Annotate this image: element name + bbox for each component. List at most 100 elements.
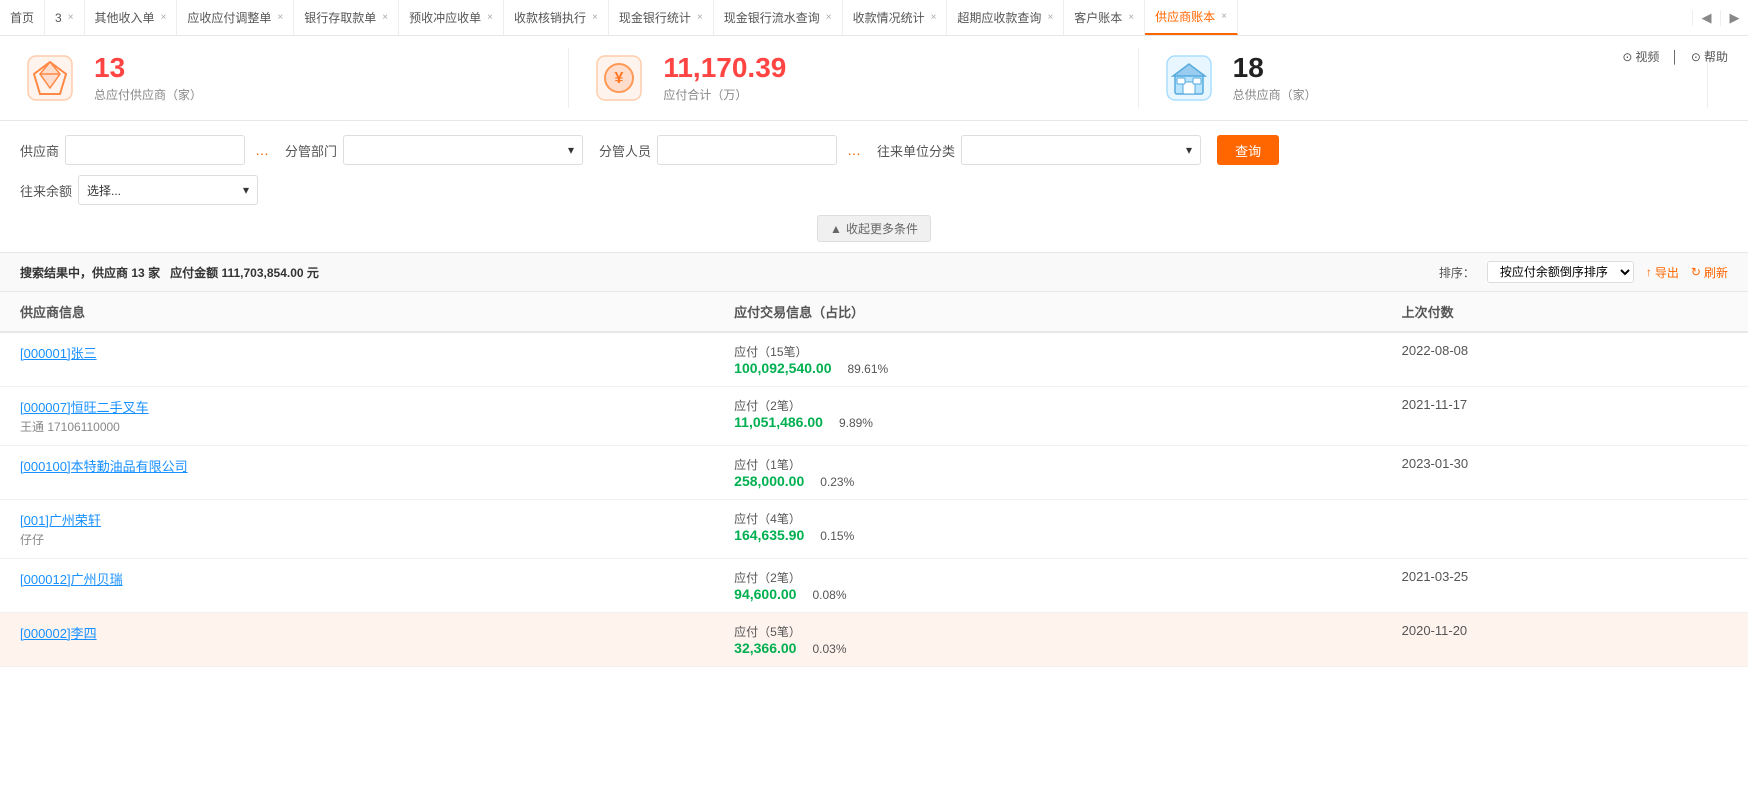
table-row: [000002]李四 应付（5笔）32,366.000.03%2020-11-20 — [0, 613, 1748, 667]
tx-amount: 258,000.000.23% — [734, 473, 1361, 489]
nav-home[interactable]: 首页 — [0, 0, 45, 35]
person-input[interactable] — [657, 135, 837, 165]
tx-amount: 94,600.000.08% — [734, 586, 1361, 602]
chevron-down-icon3: ▾ — [243, 183, 249, 197]
nav-other-income[interactable]: 其他收入单 × — [85, 0, 178, 35]
stat-number-2: 11,170.39 — [663, 54, 786, 82]
help-icon: ⊙ — [1691, 50, 1701, 64]
close-icon[interactable]: × — [277, 12, 283, 23]
tx-percent: 0.03% — [812, 642, 846, 656]
transaction-cell: 应付（5笔）32,366.000.03% — [714, 613, 1381, 667]
separator: │ — [1671, 48, 1679, 65]
refresh-button[interactable]: ↻ 刷新 — [1691, 264, 1728, 281]
supplier-link[interactable]: [000007]恒旺二手叉车 — [20, 400, 149, 415]
nav-customer-book[interactable]: 客户账本 × — [1064, 0, 1145, 35]
table-row: [000001]张三应付（15笔）100,092,540.0089.61%202… — [0, 332, 1748, 387]
nav-prepay-ar[interactable]: 预收冲应收单 × — [399, 0, 504, 35]
export-button[interactable]: ↑ 导出 — [1646, 264, 1679, 281]
nav-ar-ap-adjust[interactable]: 应收应付调整单 × — [177, 0, 294, 35]
tx-label: 应付（4笔） — [734, 510, 1361, 527]
result-info: 搜索结果中，供应商 13 家 应付金额 111,703,854.00 元 — [20, 264, 319, 281]
close-icon[interactable]: × — [161, 12, 167, 23]
supplier-cell: [000012]广州贝瑞 — [0, 559, 714, 613]
prev-icon: ◀ — [1702, 10, 1712, 26]
supplier-sub: 王通 17106110000 — [20, 418, 694, 435]
supplier-link[interactable]: [000001]张三 — [20, 346, 97, 361]
table-row: [000007]恒旺二手叉车王通 17106110000应付（2笔）11,051… — [0, 387, 1748, 446]
stat-info-1: 13 总应付供应商（家） — [94, 54, 202, 103]
dept-select[interactable]: ▾ — [343, 135, 583, 165]
nav-supplier-book[interactable]: 供应商账本 × — [1145, 0, 1238, 35]
last-pay-cell: 2020-11-20 — [1382, 613, 1748, 667]
tx-amount: 164,635.900.15% — [734, 527, 1361, 543]
query-button[interactable]: 查询 — [1217, 135, 1279, 165]
supplier-link[interactable]: [001]广州荣轩 — [20, 513, 101, 528]
scroll-area[interactable]: 供应商信息 应付交易信息（占比） 上次付数 [000001]张三应付（15笔）1… — [0, 292, 1748, 800]
close-icon[interactable]: × — [487, 12, 493, 23]
filter-balance: 往来余额 选择... ▾ — [20, 175, 258, 205]
nav-overdue-ar[interactable]: 超期应收款查询 × — [947, 0, 1064, 35]
header-actions: ⊙ 视频 │ ⊙ 帮助 — [1622, 48, 1728, 65]
col-supplier-info: 供应商信息 — [0, 292, 714, 332]
close-icon[interactable]: × — [382, 12, 388, 23]
dept-label: 分管部门 — [285, 141, 337, 160]
sort-select[interactable]: 按应付余额倒序排序 — [1487, 261, 1634, 283]
balance-select[interactable]: 选择... ▾ — [78, 175, 258, 205]
supplier-input[interactable] — [65, 135, 245, 165]
nav-cash-bank-flow-label: 现金银行流水查询 — [724, 9, 820, 26]
transaction-cell: 应付（4笔）164,635.900.15% — [714, 500, 1381, 559]
nav-tab3[interactable]: 3 × — [45, 0, 85, 35]
tx-label: 应付（2笔） — [734, 569, 1361, 586]
supplier-link[interactable]: [000100]本特勤油品有限公司 — [20, 459, 188, 474]
close-icon[interactable]: × — [826, 12, 832, 23]
close-icon[interactable]: × — [592, 12, 598, 23]
person-dots[interactable]: … — [847, 142, 861, 158]
supplier-link[interactable]: [000002]李四 — [20, 626, 97, 641]
tx-amount-value: 100,092,540.00 — [734, 360, 831, 376]
table-row: [000100]本特勤油品有限公司应付（1笔）258,000.000.23%20… — [0, 446, 1748, 500]
diamond-icon — [20, 48, 80, 108]
supplier-dots[interactable]: … — [255, 142, 269, 158]
supplier-cell: [001]广州荣轩仔仔 — [0, 500, 714, 559]
filter-row-1: 供应商 … 分管部门 ▾ 分管人员 … 往来单位分类 ▾ 查询 — [20, 135, 1728, 165]
tx-percent: 89.61% — [848, 362, 889, 376]
close-icon[interactable]: × — [931, 12, 937, 23]
category-select[interactable]: ▾ — [961, 135, 1201, 165]
nav-bank-deposit[interactable]: 银行存取款单 × — [294, 0, 399, 35]
help-button[interactable]: ⊙ 帮助 — [1691, 48, 1728, 65]
last-pay-cell: 2021-03-25 — [1382, 559, 1748, 613]
collapse-button[interactable]: ▲ 收起更多条件 — [817, 215, 931, 242]
close-icon[interactable]: × — [1047, 12, 1053, 23]
nav-receive-verify[interactable]: 收款核销执行 × — [504, 0, 609, 35]
tx-amount-value: 94,600.00 — [734, 586, 796, 602]
supplier-link[interactable]: [000012]广州贝瑞 — [20, 572, 123, 587]
filter-row-2: 往来余额 选择... ▾ — [20, 175, 1728, 205]
nav-prev-button[interactable]: ◀ — [1692, 10, 1720, 26]
nav-collection-stat[interactable]: 收款情况统计 × — [843, 0, 948, 35]
close-icon[interactable]: × — [697, 12, 703, 23]
transaction-cell: 应付（15笔）100,092,540.00 89.61% — [714, 332, 1381, 387]
close-icon[interactable]: × — [1128, 12, 1134, 23]
balance-label: 往来余额 — [20, 181, 72, 200]
table-header: 供应商信息 应付交易信息（占比） 上次付数 — [0, 292, 1748, 332]
nav-cash-bank-stat-label: 现金银行统计 — [619, 9, 691, 26]
next-icon: ▶ — [1730, 10, 1740, 26]
close-icon[interactable]: × — [1221, 11, 1227, 22]
transaction-cell: 应付（1笔）258,000.000.23% — [714, 446, 1381, 500]
nav-bar: 首页 3 × 其他收入单 × 应收应付调整单 × 银行存取款单 × 预收冲应收单… — [0, 0, 1748, 36]
nav-next-button[interactable]: ▶ — [1720, 10, 1748, 26]
export-label: 导出 — [1655, 264, 1679, 281]
nav-cash-bank-stat[interactable]: 现金银行统计 × — [609, 0, 714, 35]
export-icon: ↑ — [1646, 265, 1652, 279]
balance-select-value: 选择... — [87, 182, 121, 199]
tx-label: 应付（15笔） — [734, 343, 1361, 360]
tx-label: 应付（1笔） — [734, 456, 1361, 473]
nav-bank-deposit-label: 银行存取款单 — [304, 9, 376, 26]
tx-amount: 32,366.000.03% — [734, 640, 1361, 656]
close-icon[interactable]: × — [68, 12, 74, 23]
nav-cash-bank-flow[interactable]: 现金银行流水查询 × — [714, 0, 843, 35]
stat-label-3: 总供应商（家） — [1233, 86, 1317, 103]
header-row: 供应商信息 应付交易信息（占比） 上次付数 — [0, 292, 1748, 332]
nav-tab3-label: 3 — [55, 11, 62, 25]
video-button[interactable]: ⊙ 视频 — [1622, 48, 1659, 65]
